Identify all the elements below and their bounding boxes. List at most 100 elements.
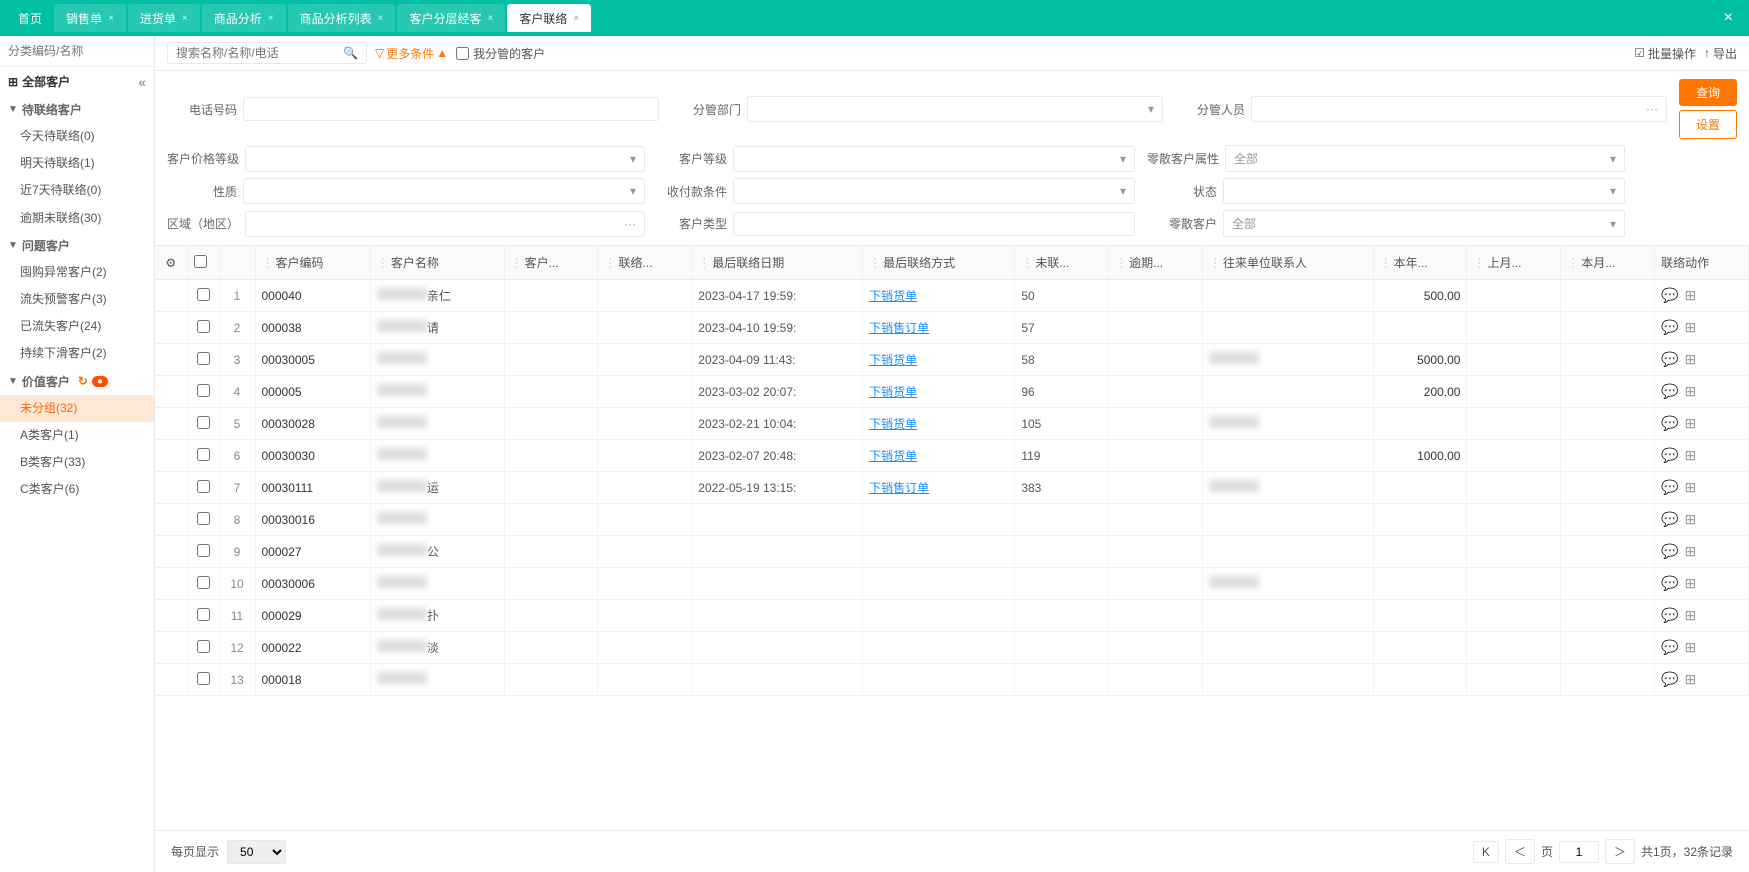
last-contact-method[interactable]: 下销货单: [863, 376, 1015, 408]
customer-name[interactable]: 淡: [370, 632, 504, 664]
row-checkbox[interactable]: [197, 288, 210, 301]
close-icon[interactable]: ×: [573, 13, 579, 24]
tab-sales[interactable]: 销售单 ×: [54, 4, 126, 32]
manager-select[interactable]: ···: [1251, 96, 1667, 122]
last-contact-method[interactable]: 下销货单: [863, 344, 1015, 376]
row-checkbox[interactable]: [197, 544, 210, 557]
select-all-checkbox-cell[interactable]: [187, 246, 219, 280]
row-checkbox-cell[interactable]: [187, 504, 219, 536]
grid-action-icon[interactable]: ⊞: [1685, 511, 1697, 528]
last-method-header[interactable]: ⋮最后联络方式: [863, 246, 1015, 280]
sidebar-item-tomorrow[interactable]: 明天待联络(1): [0, 150, 154, 177]
sidebar-item-churned[interactable]: 已流失客户(24): [0, 313, 154, 340]
last-contact-method[interactable]: 下销售订单: [863, 472, 1015, 504]
dept-select[interactable]: ▾: [747, 96, 1163, 122]
sidebar-item-7days[interactable]: 近7天待联络(0): [0, 177, 154, 204]
last-method-link[interactable]: 下销货单: [869, 449, 917, 463]
close-icon[interactable]: ×: [182, 13, 188, 24]
tab-customer-segment[interactable]: 客户分层经客 ×: [397, 4, 505, 32]
sidebar-item-class-a[interactable]: A类客户(1): [0, 422, 154, 449]
section-pending-contact[interactable]: ▼ 待联络客户: [0, 96, 154, 123]
contact-icon[interactable]: 💬: [1661, 639, 1678, 656]
status-select[interactable]: ▾: [1223, 178, 1625, 204]
sidebar-item-abnormal[interactable]: 囤购异常客户(2): [0, 259, 154, 286]
section-value-customers[interactable]: ▼ 价值客户 ↻ ●: [0, 368, 154, 395]
sidebar-item-overdue[interactable]: 逾期未联络(30): [0, 205, 154, 232]
per-page-select[interactable]: 50 100 200: [227, 840, 286, 864]
contact-icon[interactable]: 💬: [1661, 479, 1678, 496]
next-page-btn[interactable]: ＞: [1605, 839, 1635, 864]
phone-input[interactable]: [243, 97, 659, 121]
refresh-icon[interactable]: ↻: [78, 374, 88, 388]
category-search-input[interactable]: [8, 44, 155, 58]
payment-select[interactable]: ▾: [733, 178, 1135, 204]
row-checkbox-cell[interactable]: [187, 440, 219, 472]
customer-name[interactable]: 扑: [370, 600, 504, 632]
grid-action-icon[interactable]: ⊞: [1685, 479, 1697, 496]
region-select[interactable]: ···: [245, 211, 645, 237]
row-checkbox[interactable]: [197, 352, 210, 365]
section-problem-customers[interactable]: ▼ 问题客户: [0, 232, 154, 259]
customer-name[interactable]: 亲仁: [370, 280, 504, 312]
retail-customer-select[interactable]: 全部 ▾: [1223, 210, 1625, 237]
close-all-tabs[interactable]: ×: [1716, 9, 1741, 27]
grid-action-icon[interactable]: ⊞: [1685, 575, 1697, 592]
tab-product-analysis[interactable]: 商品分析 ×: [202, 4, 286, 32]
contact-icon[interactable]: 💬: [1661, 607, 1678, 624]
collapse-icon[interactable]: «: [138, 74, 146, 90]
row-checkbox[interactable]: [197, 672, 210, 685]
close-icon[interactable]: ×: [268, 13, 274, 24]
customer-name[interactable]: [370, 504, 504, 536]
batch-ops-btn[interactable]: ☑ 批量操作: [1634, 45, 1696, 62]
sidebar-item-class-c[interactable]: C类客户(6): [0, 476, 154, 503]
row-checkbox-cell[interactable]: [187, 280, 219, 312]
customer-type-input[interactable]: [733, 212, 1135, 236]
sidebar-item-declining[interactable]: 持续下滑客户(2): [0, 340, 154, 367]
sidebar-item-class-b[interactable]: B类客户(33): [0, 449, 154, 476]
customer-name[interactable]: [370, 440, 504, 472]
grid-action-icon[interactable]: ⊞: [1685, 607, 1697, 624]
nature-select[interactable]: ▾: [243, 178, 645, 204]
tab-purchase[interactable]: 进货单 ×: [128, 4, 200, 32]
row-checkbox-cell[interactable]: [187, 568, 219, 600]
last-method-link[interactable]: 下销货单: [869, 417, 917, 431]
last-method-link[interactable]: 下销货单: [869, 353, 917, 367]
sidebar-item-today[interactable]: 今天待联络(0): [0, 123, 154, 150]
search-button[interactable]: 查询: [1679, 79, 1737, 106]
last-month-header[interactable]: ⋮上月...: [1467, 246, 1561, 280]
contact-icon[interactable]: 💬: [1661, 575, 1678, 592]
close-icon[interactable]: ×: [378, 13, 384, 24]
prev-page-btn[interactable]: ＜: [1505, 839, 1535, 864]
row-checkbox[interactable]: [197, 448, 210, 461]
grid-action-icon[interactable]: ⊞: [1685, 319, 1697, 336]
contact-icon[interactable]: 💬: [1661, 383, 1678, 400]
last-method-link[interactable]: 下销货单: [869, 289, 917, 303]
reset-button[interactable]: 设置: [1679, 110, 1737, 139]
row-checkbox-cell[interactable]: [187, 472, 219, 504]
settings-col-header[interactable]: ⚙: [155, 246, 187, 280]
this-month-header[interactable]: ⋮本月...: [1561, 246, 1655, 280]
last-contact-method[interactable]: 下销货单: [863, 440, 1015, 472]
row-checkbox[interactable]: [197, 512, 210, 525]
code-header[interactable]: ⋮客户编码: [255, 246, 370, 280]
contact-icon[interactable]: 💬: [1661, 543, 1678, 560]
year-amount-header[interactable]: ⋮本年...: [1373, 246, 1467, 280]
row-checkbox-cell[interactable]: [187, 376, 219, 408]
grid-action-icon[interactable]: ⊞: [1685, 543, 1697, 560]
contact-icon[interactable]: 💬: [1661, 447, 1678, 464]
type-header[interactable]: ⋮客户...: [504, 246, 598, 280]
retail-attr-select[interactable]: 全部 ▾: [1225, 145, 1625, 172]
customer-name[interactable]: [370, 568, 504, 600]
row-checkbox[interactable]: [197, 416, 210, 429]
export-btn[interactable]: ↑ 导出: [1704, 45, 1737, 62]
grid-action-icon[interactable]: ⊞: [1685, 447, 1697, 464]
overdue-header[interactable]: ⋮逾期...: [1109, 246, 1203, 280]
last-contact-method[interactable]: 下销售订单: [863, 312, 1015, 344]
contact-icon[interactable]: 💬: [1661, 287, 1678, 304]
customer-name[interactable]: [370, 344, 504, 376]
grid-action-icon[interactable]: ⊞: [1685, 639, 1697, 656]
more-conditions-btn[interactable]: ▽ 更多条件 ▲: [375, 45, 448, 62]
contact-header[interactable]: ⋮联络...: [598, 246, 692, 280]
grid-action-icon[interactable]: ⊞: [1685, 351, 1697, 368]
customer-name[interactable]: [370, 664, 504, 696]
